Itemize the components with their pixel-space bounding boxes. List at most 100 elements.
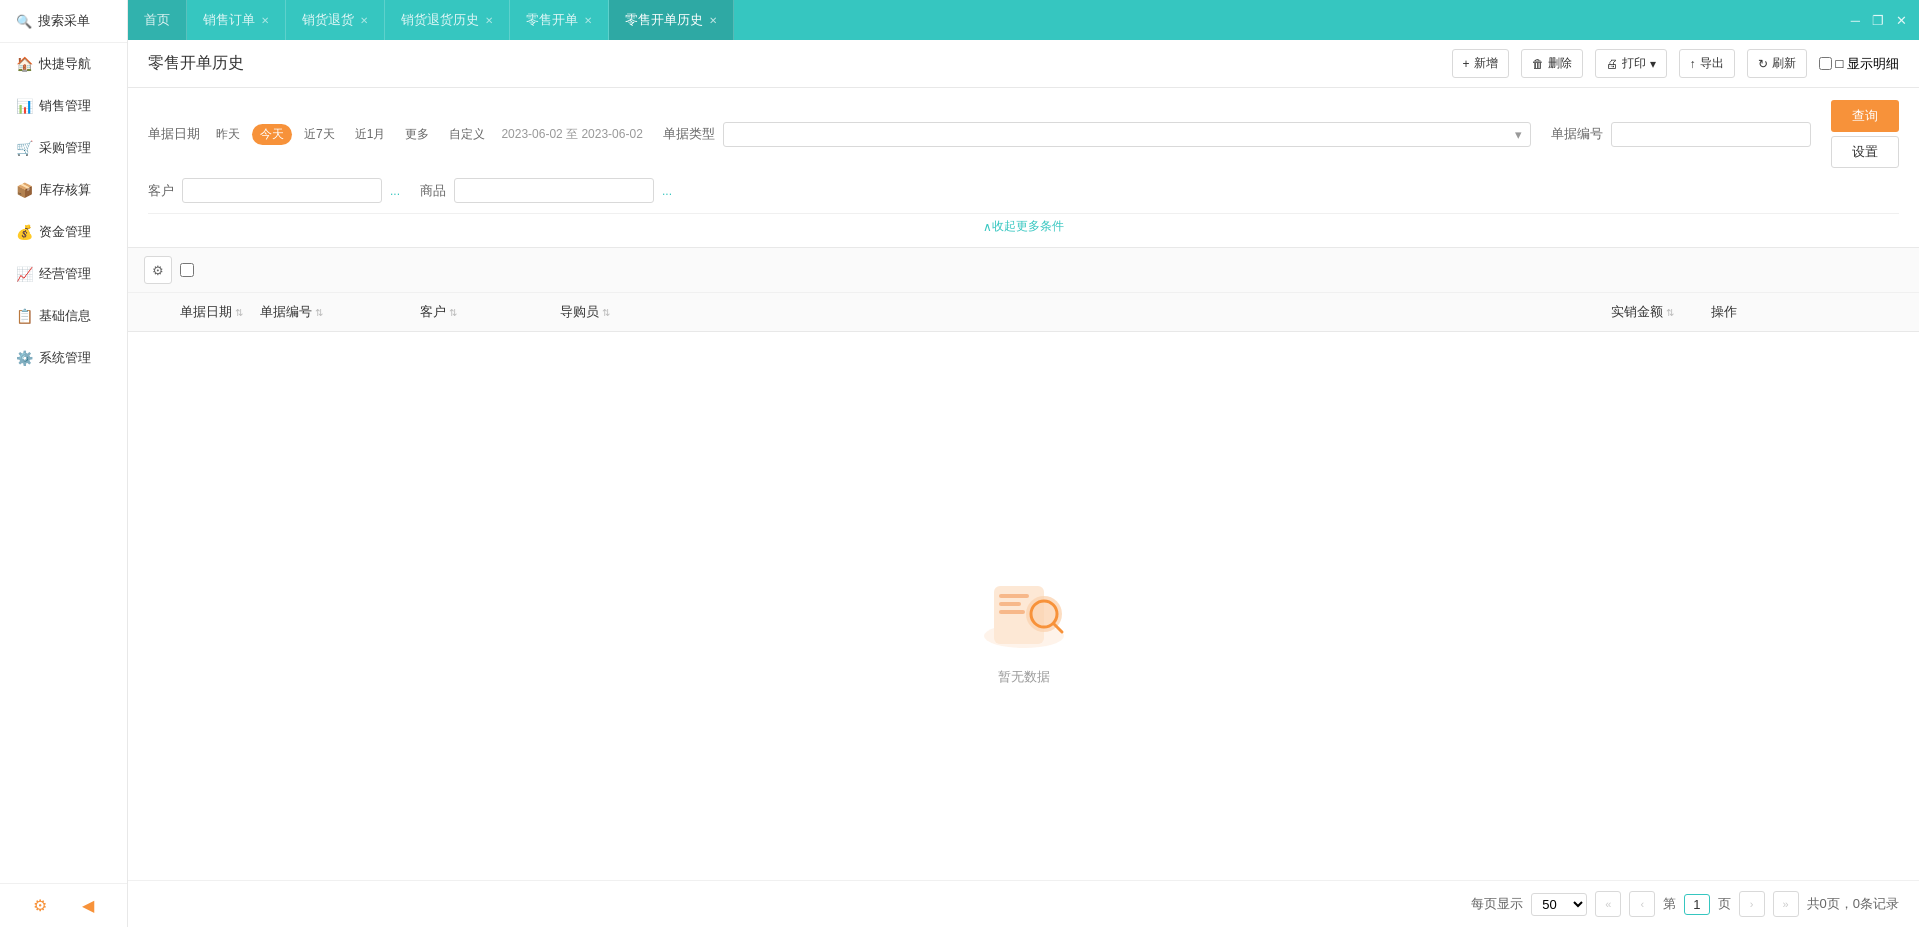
sidebar-item-finance[interactable]: 💰 资金管理	[0, 211, 127, 253]
page-value: 1	[1693, 897, 1700, 912]
sort-date-icon[interactable]: ⇅	[235, 307, 243, 318]
toolbar: + 新增 🗑 删除 🖨 打印 ▾ ↑ 导出 ↻ 刷新	[1452, 49, 1899, 78]
main-area: 首页 销售订单 ✕ 销货退货 ✕ 销货退货历史 ✕ 零售开单 ✕ 零售开单历史 …	[128, 0, 1919, 927]
top-nav: 首页 销售订单 ✕ 销货退货 ✕ 销货退货历史 ✕ 零售开单 ✕ 零售开单历史 …	[128, 0, 1919, 40]
th-date-label: 单据日期	[180, 303, 232, 321]
tab-retail-open-history-close[interactable]: ✕	[709, 15, 717, 26]
delete-button[interactable]: 🗑 删除	[1521, 49, 1583, 78]
sort-customer-icon[interactable]: ⇅	[449, 307, 457, 318]
svg-rect-4	[999, 610, 1025, 614]
display-detail-toggle[interactable]: □ 显示明细	[1819, 55, 1899, 73]
filter-row-1: 单据日期 昨天 今天 近7天 近1月 更多 自定义 2023-06-02 至 2…	[148, 100, 1899, 168]
tab-sales-return-history[interactable]: 销货退货历史 ✕	[385, 0, 510, 40]
content: 零售开单历史 + 新增 🗑 删除 🖨 打印 ▾ ↑ 导出	[128, 40, 1919, 927]
sidebar-item-system[interactable]: ⚙️ 系统管理	[0, 337, 127, 379]
filter-collapse-toggle[interactable]: ∧ 收起更多条件	[148, 213, 1899, 239]
date-btn-today[interactable]: 今天	[252, 124, 292, 145]
filter-area: 单据日期 昨天 今天 近7天 近1月 更多 自定义 2023-06-02 至 2…	[128, 88, 1919, 248]
filter-type-group: 单据类型 ▾	[663, 122, 1531, 147]
filter-product-input[interactable]	[454, 178, 654, 203]
table-header: 单据日期 ⇅ 单据编号 ⇅ 客户 ⇅ 导购员 ⇅ 实销金额 ⇅	[128, 293, 1919, 332]
sidebar-item-quick-nav[interactable]: 🏠 快捷导航	[0, 43, 127, 85]
per-page-select[interactable]: 50 10 20 100	[1531, 893, 1587, 916]
date-btn-yesterday[interactable]: 昨天	[208, 124, 248, 145]
sidebar-item-inventory[interactable]: 📦 库存核算	[0, 169, 127, 211]
customer-more-icon[interactable]: ...	[390, 184, 400, 198]
filter-number-input[interactable]	[1611, 122, 1811, 147]
th-action: 操作	[1703, 293, 1823, 331]
sidebar-bottom: ⚙ ◀	[0, 883, 127, 927]
refresh-button[interactable]: ↻ 刷新	[1747, 49, 1807, 78]
current-page: 1	[1684, 894, 1709, 915]
prev-page-btn[interactable]: ‹	[1629, 891, 1655, 917]
collapse-icon[interactable]: ◀	[82, 896, 94, 915]
sort-number-icon[interactable]: ⇅	[315, 307, 323, 318]
tab-sales-return-history-close[interactable]: ✕	[485, 15, 493, 26]
filter-customer-input[interactable]	[182, 178, 382, 203]
last-page-btn[interactable]: »	[1773, 891, 1799, 917]
sidebar-item-sales-mgmt[interactable]: 📊 销售管理	[0, 85, 127, 127]
minimize-btn[interactable]: ─	[1851, 13, 1860, 28]
delete-label: 删除	[1548, 55, 1572, 72]
filter-customer-label: 客户	[148, 182, 174, 200]
sidebar-item-purchase-mgmt[interactable]: 🛒 采购管理	[0, 127, 127, 169]
date-btn-1month[interactable]: 近1月	[347, 124, 394, 145]
trends-icon: 📈	[16, 266, 33, 282]
tab-home[interactable]: 首页	[128, 0, 187, 40]
tab-retail-open[interactable]: 零售开单 ✕	[510, 0, 609, 40]
th-guide: 导购员 ⇅	[552, 293, 1603, 331]
print-arrow: ▾	[1650, 57, 1656, 71]
svg-rect-3	[999, 602, 1021, 606]
close-btn[interactable]: ✕	[1896, 13, 1907, 28]
table-settings-button[interactable]: ⚙	[144, 256, 172, 284]
tab-sales-return-close[interactable]: ✕	[360, 15, 368, 26]
filter-date-buttons: 昨天 今天 近7天 近1月 更多 自定义	[208, 124, 493, 145]
tab-retail-open-history[interactable]: 零售开单历史 ✕	[609, 0, 734, 40]
restore-btn[interactable]: ❐	[1872, 13, 1884, 28]
set-button[interactable]: 设置	[1831, 136, 1899, 168]
export-icon: ↑	[1690, 57, 1696, 71]
tab-retail-open-close[interactable]: ✕	[584, 15, 592, 26]
next-page-btn[interactable]: ›	[1739, 891, 1765, 917]
tab-sales-order[interactable]: 销售订单 ✕	[187, 0, 286, 40]
delete-icon: 🗑	[1532, 57, 1544, 71]
cart-icon: 🛒	[16, 140, 33, 156]
sidebar-item-label: 资金管理	[39, 223, 91, 241]
empty-illustration	[974, 566, 1074, 656]
sidebar-item-operations[interactable]: 📈 经营管理	[0, 253, 127, 295]
tab-sales-return-label: 销货退货	[302, 11, 354, 29]
filter-row-2: 客户 ... 商品 ...	[148, 178, 1899, 203]
query-button[interactable]: 查询	[1831, 100, 1899, 132]
sort-guide-icon[interactable]: ⇅	[602, 307, 610, 318]
tab-retail-open-label: 零售开单	[526, 11, 578, 29]
sidebar-item-label: 基础信息	[39, 307, 91, 325]
page-title: 零售开单历史	[148, 53, 244, 74]
date-btn-custom[interactable]: 自定义	[441, 124, 493, 145]
export-button[interactable]: ↑ 导出	[1679, 49, 1735, 78]
empty-text: 暂无数据	[998, 668, 1050, 686]
settings-icon[interactable]: ⚙	[33, 896, 47, 915]
th-amount: 实销金额 ⇅	[1603, 293, 1703, 331]
th-customer-label: 客户	[420, 303, 446, 321]
table-select-all[interactable]	[180, 263, 194, 277]
sidebar-search[interactable]: 🔍 搜索采单	[0, 0, 127, 43]
tab-sales-order-close[interactable]: ✕	[261, 15, 269, 26]
last-page-icon: »	[1782, 898, 1788, 910]
add-label: 新增	[1474, 55, 1498, 72]
product-more-icon[interactable]: ...	[662, 184, 672, 198]
display-detail-checkbox[interactable]	[1819, 57, 1832, 70]
filter-number-label: 单据编号	[1551, 125, 1603, 143]
filter-type-select[interactable]: ▾	[723, 122, 1531, 147]
date-btn-7days[interactable]: 近7天	[296, 124, 343, 145]
date-btn-more[interactable]: 更多	[397, 124, 437, 145]
add-button[interactable]: + 新增	[1452, 49, 1509, 78]
print-button[interactable]: 🖨 打印 ▾	[1595, 49, 1667, 78]
first-page-btn[interactable]: «	[1595, 891, 1621, 917]
tab-sales-return[interactable]: 销货退货 ✕	[286, 0, 385, 40]
print-label: 打印	[1622, 55, 1646, 72]
sidebar-item-basic-info[interactable]: 📋 基础信息	[0, 295, 127, 337]
filter-collapse-label: 收起更多条件	[992, 218, 1064, 235]
prev-page-icon: ‹	[1640, 898, 1644, 910]
search-icon: 🔍	[16, 14, 32, 29]
sort-amount-icon[interactable]: ⇅	[1666, 307, 1674, 318]
